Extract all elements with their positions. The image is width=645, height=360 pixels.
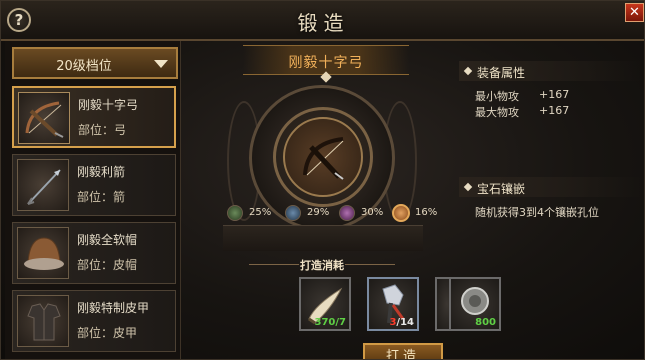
leather-cap-icon (17, 227, 69, 279)
recipe-item[interactable]: 刚毅特制皮甲 部位：皮甲 (12, 290, 176, 352)
forge-preview-panel: 刚毅十字弓 25% 29% 30% 16% 打造消耗 370/7 3/14 (187, 41, 457, 359)
divider (345, 264, 395, 265)
attributes-title: 装备属性 (477, 66, 526, 80)
gem-chance-pct: 30% (361, 207, 384, 218)
preview-name-banner: 刚毅十字弓 (243, 45, 409, 83)
crossbow-icon (18, 92, 70, 144)
green-gem-icon (227, 205, 243, 221)
gem-chance-pct: 29% (307, 207, 330, 218)
orange-gem-icon (392, 204, 410, 222)
material-need: /14 (396, 317, 414, 328)
gem-chance-row: 25% 29% 30% 16% (227, 203, 447, 225)
close-button[interactable]: ✕ (625, 3, 644, 22)
arrow-icon (17, 159, 69, 211)
material-slot[interactable]: 3/14 (367, 277, 419, 331)
chevron-down-icon (154, 60, 168, 68)
attributes-header: 装备属性 (459, 61, 643, 81)
material-slot[interactable]: 370/7 (299, 277, 351, 331)
stat-label: 最大物攻 (475, 106, 519, 119)
recipe-part: 部位：箭 (77, 190, 126, 204)
title-bar: ? 锻造 ✕ (1, 1, 644, 41)
recipe-item[interactable]: 刚毅全软帽 部位：皮帽 (12, 222, 176, 284)
stat-value: +167 (539, 104, 570, 117)
recipe-item[interactable]: 刚毅利箭 部位：箭 (12, 154, 176, 216)
gem-chance-pct: 25% (249, 207, 272, 218)
gem-socket-description: 随机获得3到4个镶嵌孔位 (475, 206, 599, 219)
material-count: 370/7 (314, 317, 346, 328)
gem-chance-pct: 16% (415, 207, 438, 218)
attributes-panel: 装备属性 最小物攻 +167 最大物攻 +167 宝石镶嵌 随机获得3到4个镶嵌… (459, 41, 643, 359)
recipe-item[interactable]: 刚毅十字弓 部位：弓 (12, 86, 176, 148)
recipe-part: 部位：弓 (78, 123, 127, 137)
stat-row: 最大物攻 +167 (475, 104, 569, 120)
gem-socket-title: 宝石镶嵌 (477, 182, 526, 196)
recipe-list-panel: 20级档位 刚毅十字弓 部位：弓 刚毅利箭 部位：箭 刚毅全软帽 部位：皮帽 刚… (5, 41, 181, 359)
stat-label: 最小物攻 (475, 90, 519, 103)
gem-socket-header: 宝石镶嵌 (459, 177, 643, 197)
material-count: 3/14 (389, 317, 414, 328)
recipe-part: 部位：皮帽 (77, 258, 138, 272)
recipe-name: 刚毅十字弓 (78, 98, 139, 112)
preview-item-name: 刚毅十字弓 (288, 55, 364, 71)
forge-window: ? 锻造 ✕ 20级档位 刚毅十字弓 部位：弓 刚毅利箭 部位：箭 刚毅全软帽 … (0, 0, 645, 360)
stat-row: 最小物攻 +167 (475, 88, 569, 104)
banner-diamond-icon (320, 71, 332, 83)
grade-dropdown-value: 20级档位 (56, 59, 112, 74)
diamond-bullet-icon (463, 66, 473, 76)
window-title: 锻造 (297, 11, 350, 35)
crossbow-icon (303, 137, 344, 180)
diamond-bullet-icon (463, 182, 473, 192)
cost-header: 打造消耗 (187, 255, 457, 272)
recipe-name: 刚毅利箭 (77, 165, 126, 179)
recipe-name: 刚毅特制皮甲 (77, 301, 150, 315)
purple-gem-icon (339, 205, 355, 221)
recipe-part: 部位：皮甲 (77, 326, 138, 340)
blue-gem-icon (285, 205, 301, 221)
recipe-name: 刚毅全软帽 (77, 233, 138, 247)
preview-core (283, 117, 363, 197)
forge-button[interactable]: 打造 (363, 343, 443, 359)
pedestal-plate (223, 225, 423, 251)
grade-dropdown[interactable]: 20级档位 (12, 47, 178, 79)
cost-title: 打造消耗 (300, 259, 344, 272)
leather-armor-icon (17, 295, 69, 347)
stat-value: +167 (539, 88, 570, 101)
